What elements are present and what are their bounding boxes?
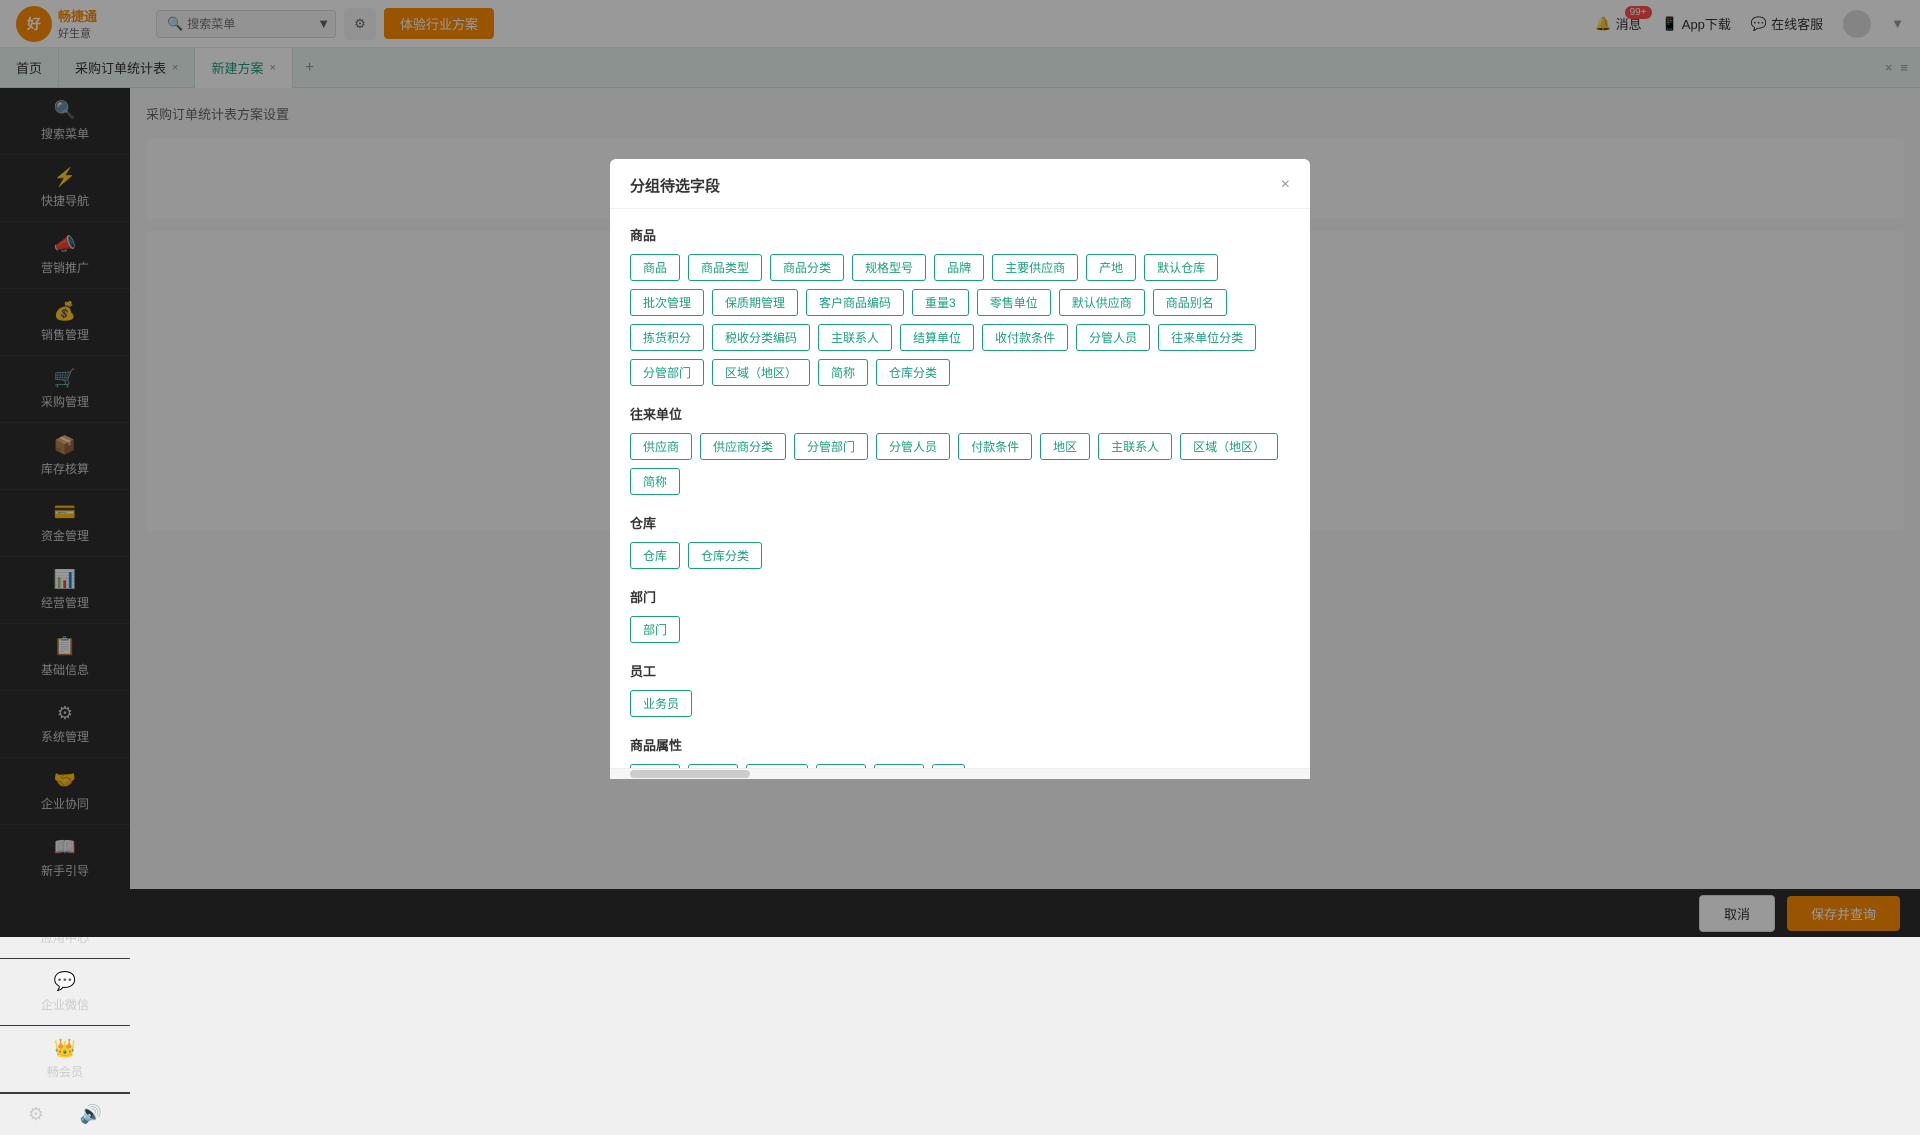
field-tag-1-1[interactable]: 供应商分类 <box>700 433 786 460</box>
field-tag-0-3[interactable]: 规格型号 <box>852 254 926 281</box>
field-tag-0-19[interactable]: 收付款条件 <box>982 324 1068 351</box>
field-tag-0-18[interactable]: 结算单位 <box>900 324 974 351</box>
field-tag-1-2[interactable]: 分管部门 <box>794 433 868 460</box>
field-tag-0-9[interactable]: 保质期管理 <box>712 289 798 316</box>
field-tag-0-10[interactable]: 客户商品编码 <box>806 289 904 316</box>
modal-horizontal-scrollbar[interactable] <box>610 768 1310 779</box>
field-tag-0-2[interactable]: 商品分类 <box>770 254 844 281</box>
field-tag-1-7[interactable]: 区域（地区） <box>1180 433 1278 460</box>
field-section-3: 部门部门 <box>630 587 1290 643</box>
field-tag-0-0[interactable]: 商品 <box>630 254 680 281</box>
field-tags-3: 部门 <box>630 616 1290 643</box>
field-tag-0-23[interactable]: 区域（地区） <box>712 359 810 386</box>
field-tag-0-25[interactable]: 仓库分类 <box>876 359 950 386</box>
field-tag-0-15[interactable]: 拣货积分 <box>630 324 704 351</box>
field-tag-0-8[interactable]: 批次管理 <box>630 289 704 316</box>
field-tag-0-16[interactable]: 税收分类编码 <box>712 324 810 351</box>
field-tag-0-24[interactable]: 简称 <box>818 359 868 386</box>
field-tag-1-5[interactable]: 地区 <box>1040 433 1090 460</box>
field-section-5: 商品属性属性颜色多规格尺码鞋码1 <box>630 735 1290 768</box>
field-tag-0-13[interactable]: 默认供应商 <box>1059 289 1145 316</box>
field-tag-0-7[interactable]: 默认仓库 <box>1144 254 1218 281</box>
field-tag-0-12[interactable]: 零售单位 <box>977 289 1051 316</box>
field-tags-4: 业务员 <box>630 690 1290 717</box>
field-section-2: 仓库仓库仓库分类 <box>630 513 1290 569</box>
modal-title: 分组待选字段 <box>630 175 720 196</box>
section-title-4: 员工 <box>630 661 1290 680</box>
modal-body: 商品商品商品类型商品分类规格型号品牌主要供应商产地默认仓库批次管理保质期管理客户… <box>610 209 1310 768</box>
field-tag-0-20[interactable]: 分管人员 <box>1076 324 1150 351</box>
field-tag-0-22[interactable]: 分管部门 <box>630 359 704 386</box>
field-tag-1-4[interactable]: 付款条件 <box>958 433 1032 460</box>
field-tag-2-1[interactable]: 仓库分类 <box>688 542 762 569</box>
section-title-0: 商品 <box>630 225 1290 244</box>
section-title-3: 部门 <box>630 587 1290 606</box>
field-tag-0-17[interactable]: 主联系人 <box>818 324 892 351</box>
section-title-1: 往来单位 <box>630 404 1290 423</box>
field-tag-1-3[interactable]: 分管人员 <box>876 433 950 460</box>
sidebar-bottom: ⚙ 🔊 <box>0 1093 130 1135</box>
field-tag-0-6[interactable]: 产地 <box>1086 254 1136 281</box>
field-tag-0-4[interactable]: 品牌 <box>934 254 984 281</box>
modal-header: 分组待选字段 × <box>610 159 1310 209</box>
sidebar-item-member-label: 畅会员 <box>47 1063 83 1080</box>
field-section-4: 员工业务员 <box>630 661 1290 717</box>
field-select-modal: 分组待选字段 × 商品商品商品类型商品分类规格型号品牌主要供应商产地默认仓库批次… <box>610 159 1310 779</box>
field-section-1: 往来单位供应商供应商分类分管部门分管人员付款条件地区主联系人区域（地区） 简称 <box>630 404 1290 495</box>
section-title-2: 仓库 <box>630 513 1290 532</box>
field-tag-0-14[interactable]: 商品别名 <box>1153 289 1227 316</box>
field-tag-3-0[interactable]: 部门 <box>630 616 680 643</box>
sidebar-item-weixin-label: 企业微信 <box>41 996 89 1013</box>
field-tag-1-0[interactable]: 供应商 <box>630 433 692 460</box>
member-icon: 👑 <box>54 1038 76 1059</box>
field-tag-0-5[interactable]: 主要供应商 <box>992 254 1078 281</box>
modal-overlay: 分组待选字段 × 商品商品商品类型商品分类规格型号品牌主要供应商产地默认仓库批次… <box>0 0 1920 937</box>
field-tags-0: 商品商品类型商品分类规格型号品牌主要供应商产地默认仓库批次管理保质期管理客户商品… <box>630 254 1290 386</box>
field-tags-1: 供应商供应商分类分管部门分管人员付款条件地区主联系人区域（地区） 简称 <box>630 433 1290 495</box>
modal-close-button[interactable]: × <box>1281 176 1290 194</box>
field-section-0: 商品商品商品类型商品分类规格型号品牌主要供应商产地默认仓库批次管理保质期管理客户… <box>630 225 1290 386</box>
modal-hscroll-thumb[interactable] <box>630 770 750 778</box>
section-title-5: 商品属性 <box>630 735 1290 754</box>
sidebar-settings-icon[interactable]: ⚙ <box>28 1104 44 1125</box>
field-tag-4-0[interactable]: 业务员 <box>630 690 692 717</box>
field-tag-0-21[interactable]: 往来单位分类 <box>1158 324 1256 351</box>
field-tag-1-8[interactable]: 简称 <box>630 468 680 495</box>
sidebar-item-member[interactable]: 👑 畅会员 <box>0 1026 130 1093</box>
field-tag-0-1[interactable]: 商品类型 <box>688 254 762 281</box>
sidebar-item-weixin[interactable]: 💬 企业微信 <box>0 959 130 1026</box>
field-tag-2-0[interactable]: 仓库 <box>630 542 680 569</box>
sidebar-audio-icon[interactable]: 🔊 <box>80 1104 102 1125</box>
field-tag-0-11[interactable]: 重量3 <box>912 289 969 316</box>
field-tag-1-6[interactable]: 主联系人 <box>1098 433 1172 460</box>
weixin-icon: 💬 <box>54 971 76 992</box>
field-tags-2: 仓库仓库分类 <box>630 542 1290 569</box>
